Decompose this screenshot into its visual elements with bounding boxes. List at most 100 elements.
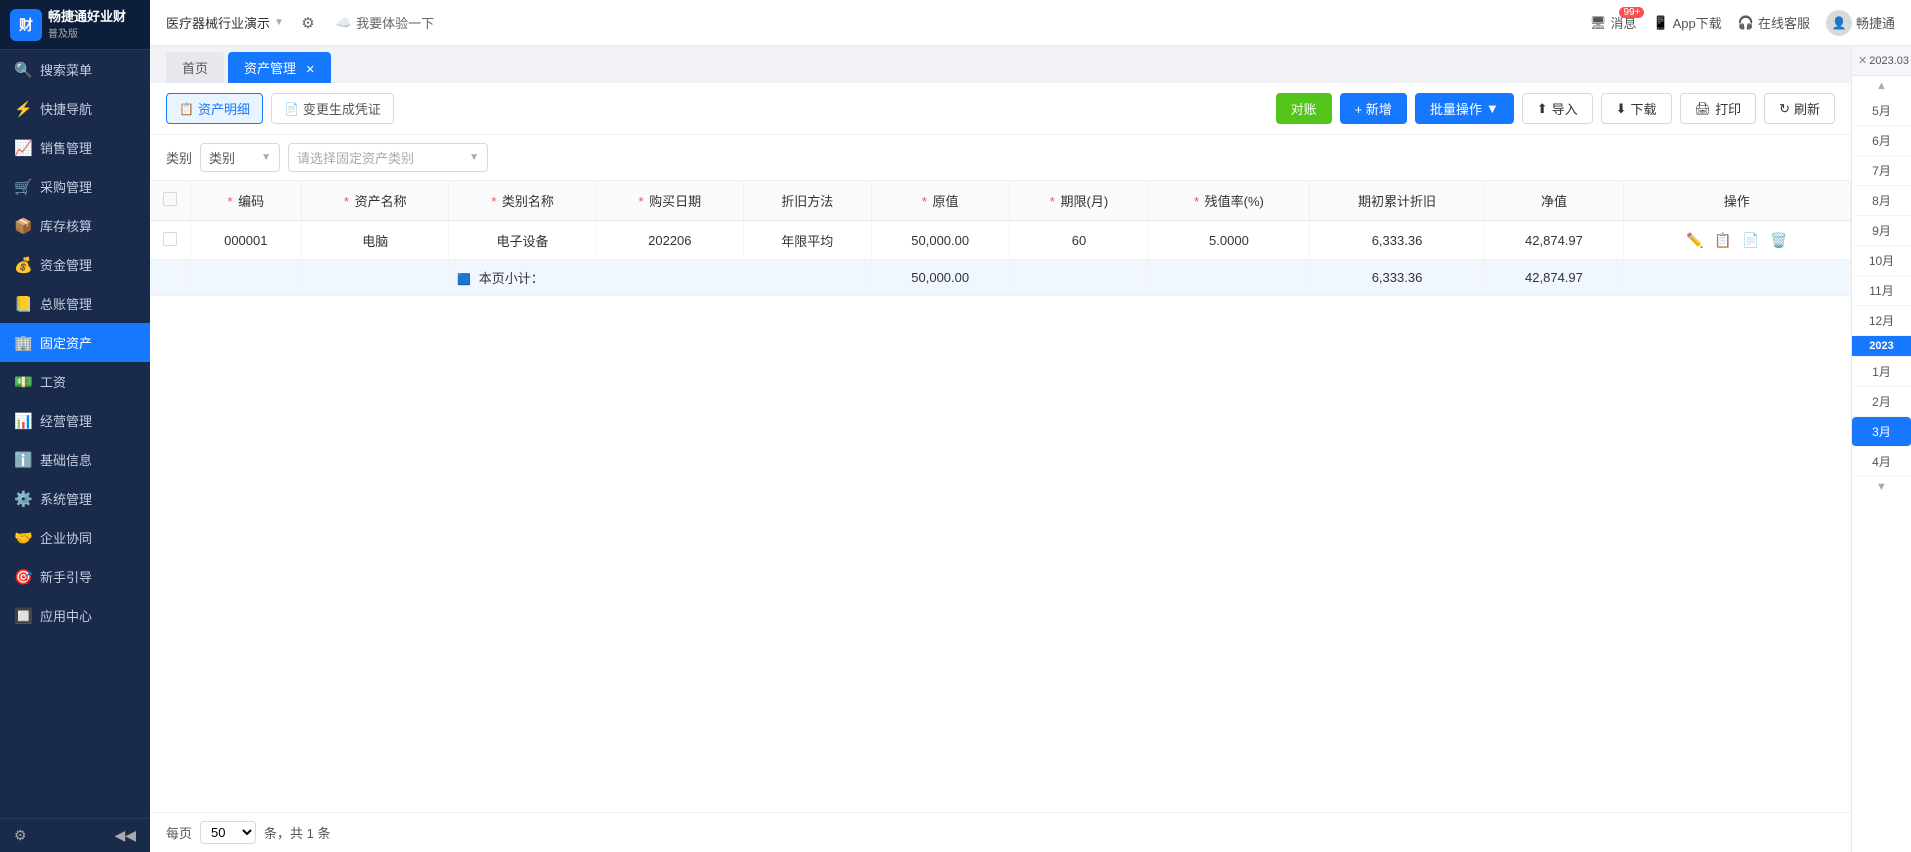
subtotal-residual-rate-cell xyxy=(1149,260,1310,296)
asset-detail-icon: 📋 xyxy=(179,102,194,116)
sidebar-item-sales[interactable]: 📈 销售管理 xyxy=(0,128,150,167)
page-body: 📋 资产明细 📄 变更生成凭证 对账 + 新增 批量操作 ▼ xyxy=(150,83,1851,852)
row-accumulated-dep-cell: 6,333.36 xyxy=(1309,221,1485,260)
sidebar-item-quicknav[interactable]: ⚡ 快捷导航 xyxy=(0,89,150,128)
filter-type-select[interactable]: 类别 ▼ xyxy=(200,143,280,172)
sub-tab-asset-detail-label: 资产明细 xyxy=(198,99,250,118)
filter-category-input[interactable]: 请选择固定资产类别 ▼ xyxy=(288,143,488,172)
row-accumulated-dep: 6,333.36 xyxy=(1372,233,1423,248)
col-period-label: 期限(月) xyxy=(1060,194,1108,209)
settings-gear-icon[interactable]: ⚙ xyxy=(14,827,27,844)
scroll-up-icon[interactable]: ▲ xyxy=(1852,76,1911,96)
sidebar-item-management[interactable]: 📊 经营管理 xyxy=(0,401,150,440)
reconcile-button[interactable]: 对账 xyxy=(1276,93,1332,124)
sidebar-item-label: 企业协同 xyxy=(40,528,92,547)
sidebar-item-collab[interactable]: 🤝 企业协同 xyxy=(0,518,150,557)
table-row: 000001 电脑 电子设备 202206 xyxy=(150,221,1851,260)
pagination: 每页 50 100 条，共 1 条 xyxy=(150,812,1851,852)
download-button[interactable]: ⬇ 下载 xyxy=(1601,93,1672,124)
topbar-right: 🖥 消息 99+ 📱 App下载 🎧 在线客服 👤 畅捷通 xyxy=(1590,10,1895,36)
sidebar-item-guide[interactable]: 🎯 新手引导 xyxy=(0,557,150,596)
col-actions-label: 操作 xyxy=(1724,194,1750,209)
import-icon: ⬆ xyxy=(1537,101,1548,117)
row-net-value: 42,874.97 xyxy=(1525,233,1583,248)
sub-tab-generate-voucher[interactable]: 📄 变更生成凭证 xyxy=(271,93,394,124)
per-page-select[interactable]: 50 100 xyxy=(200,821,256,844)
tab-asset-management[interactable]: 资产管理 ✕ xyxy=(228,52,331,83)
experience-button[interactable]: ☁️ 我要体验一下 xyxy=(336,13,434,32)
sidebar-item-ledger[interactable]: 📒 总账管理 xyxy=(0,284,150,323)
content-area: 首页 资产管理 ✕ 📋 资产明细 📄 变更生成凭证 xyxy=(150,46,1911,852)
col-period: * 期限(月) xyxy=(1009,181,1148,221)
col-net-value-label: 净值 xyxy=(1541,194,1567,209)
sidebar-item-label: 系统管理 xyxy=(40,489,92,508)
col-name-label: 资产名称 xyxy=(355,194,407,209)
month-2-curr[interactable]: 2月 xyxy=(1852,387,1911,417)
sidebar-item-label: 固定资产 xyxy=(40,333,92,352)
online-service-button[interactable]: 🎧 在线客服 xyxy=(1738,13,1810,32)
sidebar-item-search[interactable]: 🔍 搜索菜单 xyxy=(0,50,150,89)
month-4-curr[interactable]: 4月 xyxy=(1852,447,1911,477)
month-10-prev[interactable]: 10月 xyxy=(1852,246,1911,276)
import-button[interactable]: ⬆ 导入 xyxy=(1522,93,1593,124)
tab-bar: 首页 资产管理 ✕ xyxy=(150,46,1851,83)
more-icon[interactable]: 📄 xyxy=(1740,229,1762,251)
month-12-prev[interactable]: 12月 xyxy=(1852,306,1911,336)
refresh-button[interactable]: ↻ 刷新 xyxy=(1764,93,1835,124)
app-download-label: App下载 xyxy=(1673,13,1722,32)
fixed-assets-icon: 🏢 xyxy=(14,334,32,352)
month-7-prev[interactable]: 7月 xyxy=(1852,156,1911,186)
col-category-label: 类别名称 xyxy=(502,194,554,209)
month-5-prev[interactable]: 5月 xyxy=(1852,96,1911,126)
new-button[interactable]: + 新增 xyxy=(1340,93,1407,124)
row-original-value: 50,000.00 xyxy=(911,233,969,248)
sidebar-item-funds[interactable]: 💰 资金管理 xyxy=(0,245,150,284)
copy-icon[interactable]: 📋 xyxy=(1712,229,1734,251)
filter-type-arrow: ▼ xyxy=(261,152,271,163)
row-category: 电子设备 xyxy=(497,234,549,249)
sidebar-item-payroll[interactable]: 💵 工资 xyxy=(0,362,150,401)
month-8-prev[interactable]: 8月 xyxy=(1852,186,1911,216)
tab-home[interactable]: 首页 xyxy=(166,52,224,83)
guide-icon: 🎯 xyxy=(14,568,32,586)
app-name: 畅捷通好业财 xyxy=(48,9,126,26)
delete-icon[interactable]: 🗑️ xyxy=(1768,229,1790,251)
download-icon: 📱 xyxy=(1652,15,1668,31)
row-period: 60 xyxy=(1072,233,1086,248)
month-1-curr[interactable]: 1月 xyxy=(1852,357,1911,387)
tab-close-icon[interactable]: ✕ xyxy=(306,64,315,76)
batch-ops-button[interactable]: 批量操作 ▼ xyxy=(1415,93,1514,124)
app-download-button[interactable]: 📱 App下载 xyxy=(1652,13,1721,32)
sidebar-collapse-icon[interactable]: ◀◀ xyxy=(114,827,136,844)
user-profile[interactable]: 👤 畅捷通 xyxy=(1826,10,1895,36)
subtotal-accumulated-dep-cell: 6,333.36 xyxy=(1309,260,1485,296)
year-2023-label[interactable]: 2023 xyxy=(1852,336,1911,357)
print-button[interactable]: 🖨 打印 xyxy=(1680,93,1757,124)
edit-icon[interactable]: ✏️ xyxy=(1684,229,1706,251)
print-label: 打印 xyxy=(1715,99,1741,118)
sidebar-item-label: 经营管理 xyxy=(40,411,92,430)
sidebar-item-fixed-assets[interactable]: 🏢 固定资产 xyxy=(0,323,150,362)
topbar-gear-button[interactable]: ⚙ xyxy=(294,9,322,37)
header-checkbox[interactable] xyxy=(163,192,177,206)
month-11-prev[interactable]: 11月 xyxy=(1852,276,1911,306)
right-panel-close-icon[interactable]: ✕ xyxy=(1856,52,1869,69)
sidebar-item-basic-info[interactable]: ℹ️ 基础信息 xyxy=(0,440,150,479)
month-3-curr[interactable]: 3月 xyxy=(1852,417,1911,447)
sub-tab-asset-detail[interactable]: 📋 资产明细 xyxy=(166,93,263,124)
batch-ops-arrow: ▼ xyxy=(1486,101,1499,116)
username: 畅捷通 xyxy=(1856,13,1895,32)
col-depreciation-label: 折旧方法 xyxy=(781,194,833,209)
management-icon: 📊 xyxy=(14,412,32,430)
month-9-prev[interactable]: 9月 xyxy=(1852,216,1911,246)
messages-button[interactable]: 🖥 消息 99+ xyxy=(1590,13,1637,32)
row-checkbox[interactable] xyxy=(163,232,177,246)
sidebar-item-system[interactable]: ⚙️ 系统管理 xyxy=(0,479,150,518)
company-selector[interactable]: 医疗器械行业演示 ▼ xyxy=(166,13,284,32)
sidebar-item-inventory[interactable]: 📦 库存核算 xyxy=(0,206,150,245)
sidebar-item-purchase[interactable]: 🛒 采购管理 xyxy=(0,167,150,206)
scroll-down-icon[interactable]: ▼ xyxy=(1852,477,1911,497)
sidebar-item-app-center[interactable]: 🔲 应用中心 xyxy=(0,596,150,635)
month-6-prev[interactable]: 6月 xyxy=(1852,126,1911,156)
col-depreciation-method: 折旧方法 xyxy=(743,181,871,221)
